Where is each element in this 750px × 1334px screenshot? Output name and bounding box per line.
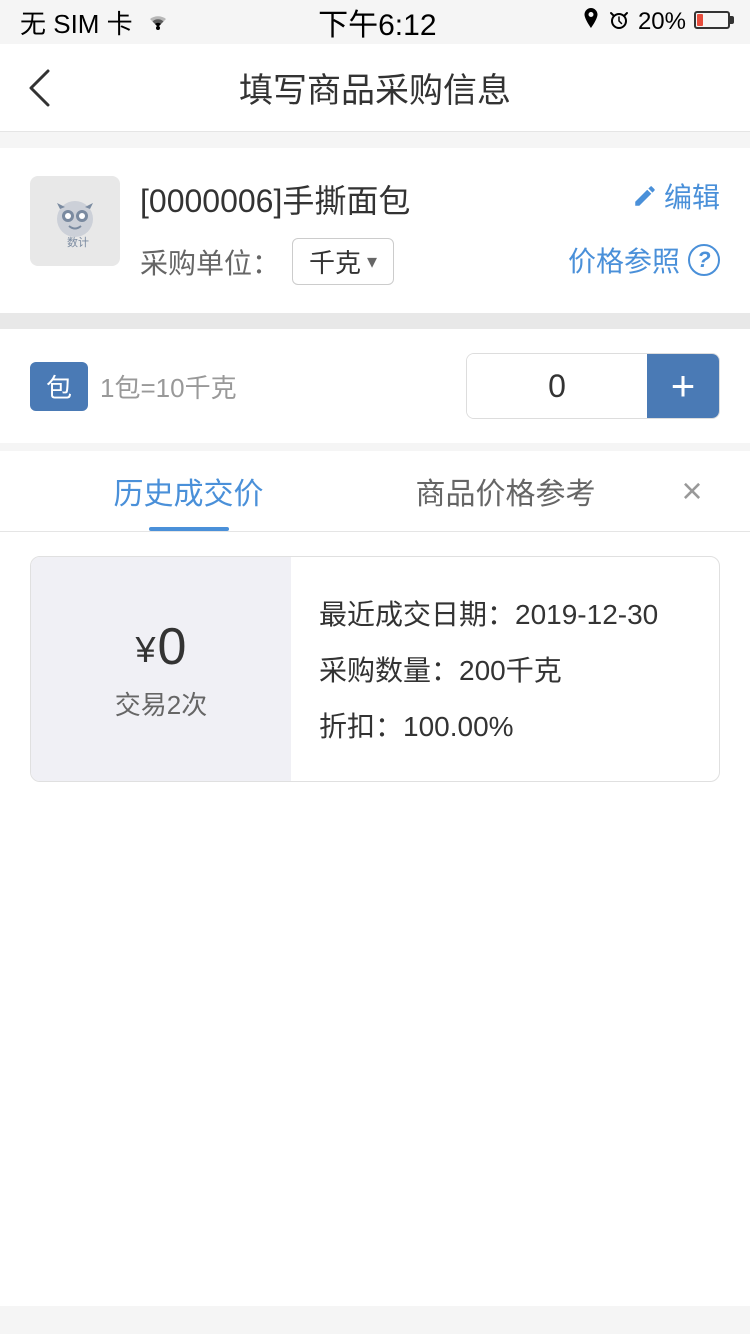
unit-label: 采购单位：: [140, 242, 280, 282]
quantity-plus-button[interactable]: +: [647, 354, 719, 418]
package-unit-label: 包: [30, 362, 88, 411]
quantity-unit-info: 包 1包=10千克: [30, 362, 237, 411]
rest-page: [0, 806, 750, 1306]
purchase-quantity-item: 采购数量：200千克: [319, 649, 691, 689]
close-icon: ×: [681, 470, 702, 512]
tab-bar: 历史成交价 商品价格参考 ×: [0, 451, 750, 532]
history-price-section: ¥0 交易2次 最近成交日期：2019-12-30 采购数量：200千克 折扣：…: [0, 532, 750, 806]
product-right: 编辑 价格参照 ?: [568, 176, 720, 280]
back-button[interactable]: [28, 69, 50, 107]
page-title: 填写商品采购信息: [239, 63, 511, 112]
price-ref-label: 价格参照: [568, 240, 680, 280]
product-header: 数计 [0000006]手撕面包 采购单位： 千克 ▾: [30, 176, 720, 285]
info-icon: ?: [688, 244, 720, 276]
edit-button[interactable]: 编辑: [632, 176, 720, 216]
product-left: 数计 [0000006]手撕面包 采购单位： 千克 ▾: [30, 176, 410, 285]
yen-symbol: ¥: [136, 629, 156, 670]
price-card-left: ¥0 交易2次: [31, 557, 291, 781]
recent-date-value: 2019-12-30: [515, 599, 658, 630]
discount-value: 100.00%: [403, 711, 514, 742]
tab-section: 历史成交价 商品价格参考 × ¥0 交易2次 最近成交日期：2019-12-30: [0, 451, 750, 806]
price-card-right: 最近成交日期：2019-12-30 采购数量：200千克 折扣：100.00%: [291, 557, 719, 781]
location-icon: [582, 8, 600, 37]
product-card: 数计 [0000006]手撕面包 采购单位： 千克 ▾: [0, 148, 750, 313]
status-right: 20%: [582, 8, 730, 37]
product-unit-row: 采购单位： 千克 ▾: [140, 238, 410, 285]
alarm-icon: [608, 8, 630, 37]
battery-icon: [694, 8, 730, 36]
trade-count: 交易2次: [115, 685, 207, 722]
price-amount: ¥0: [136, 617, 187, 677]
status-carrier: 无 SIM 卡: [20, 4, 173, 41]
product-thumbnail: 数计: [30, 176, 120, 266]
purchase-quantity-label: 采购数量：: [319, 655, 459, 686]
product-name: [0000006]手撕面包: [140, 176, 410, 222]
recent-date-label: 最近成交日期：: [319, 599, 515, 630]
quantity-input[interactable]: [467, 354, 647, 418]
tab-history-price[interactable]: 历史成交价: [30, 451, 347, 531]
tab-product-price-ref[interactable]: 商品价格参考: [347, 451, 664, 531]
status-time: 下午6:12: [318, 0, 436, 44]
chevron-down-icon: ▾: [367, 249, 377, 274]
tab-close-button[interactable]: ×: [664, 463, 720, 519]
edit-label: 编辑: [664, 176, 720, 216]
carrier-text: 无 SIM 卡: [20, 4, 133, 41]
purchase-quantity-value: 200千克: [459, 655, 562, 686]
unit-select[interactable]: 千克 ▾: [292, 238, 394, 285]
recent-date-item: 最近成交日期：2019-12-30: [319, 593, 691, 633]
section-divider: [0, 313, 750, 329]
conversion-label: 1包=10千克: [100, 368, 237, 405]
tab-price-ref-label: 商品价格参考: [416, 469, 596, 513]
price-card: ¥0 交易2次 最近成交日期：2019-12-30 采购数量：200千克 折扣：…: [30, 556, 720, 782]
wifi-icon: [143, 7, 173, 38]
price-value: 0: [158, 618, 187, 676]
tab-history-label: 历史成交价: [114, 469, 264, 513]
nav-bar: 填写商品采购信息: [0, 44, 750, 132]
discount-label: 折扣：: [319, 711, 403, 742]
svg-text:数计: 数计: [67, 236, 89, 249]
battery-percent: 20%: [638, 8, 686, 36]
quantity-row: 包 1包=10千克 +: [0, 329, 750, 443]
price-ref-button[interactable]: 价格参照 ?: [568, 240, 720, 280]
status-bar: 无 SIM 卡 下午6:12 20%: [0, 0, 750, 44]
unit-value: 千克: [309, 243, 361, 280]
product-info: [0000006]手撕面包 采购单位： 千克 ▾: [140, 176, 410, 285]
discount-item: 折扣：100.00%: [319, 705, 691, 745]
quantity-input-group: +: [466, 353, 720, 419]
